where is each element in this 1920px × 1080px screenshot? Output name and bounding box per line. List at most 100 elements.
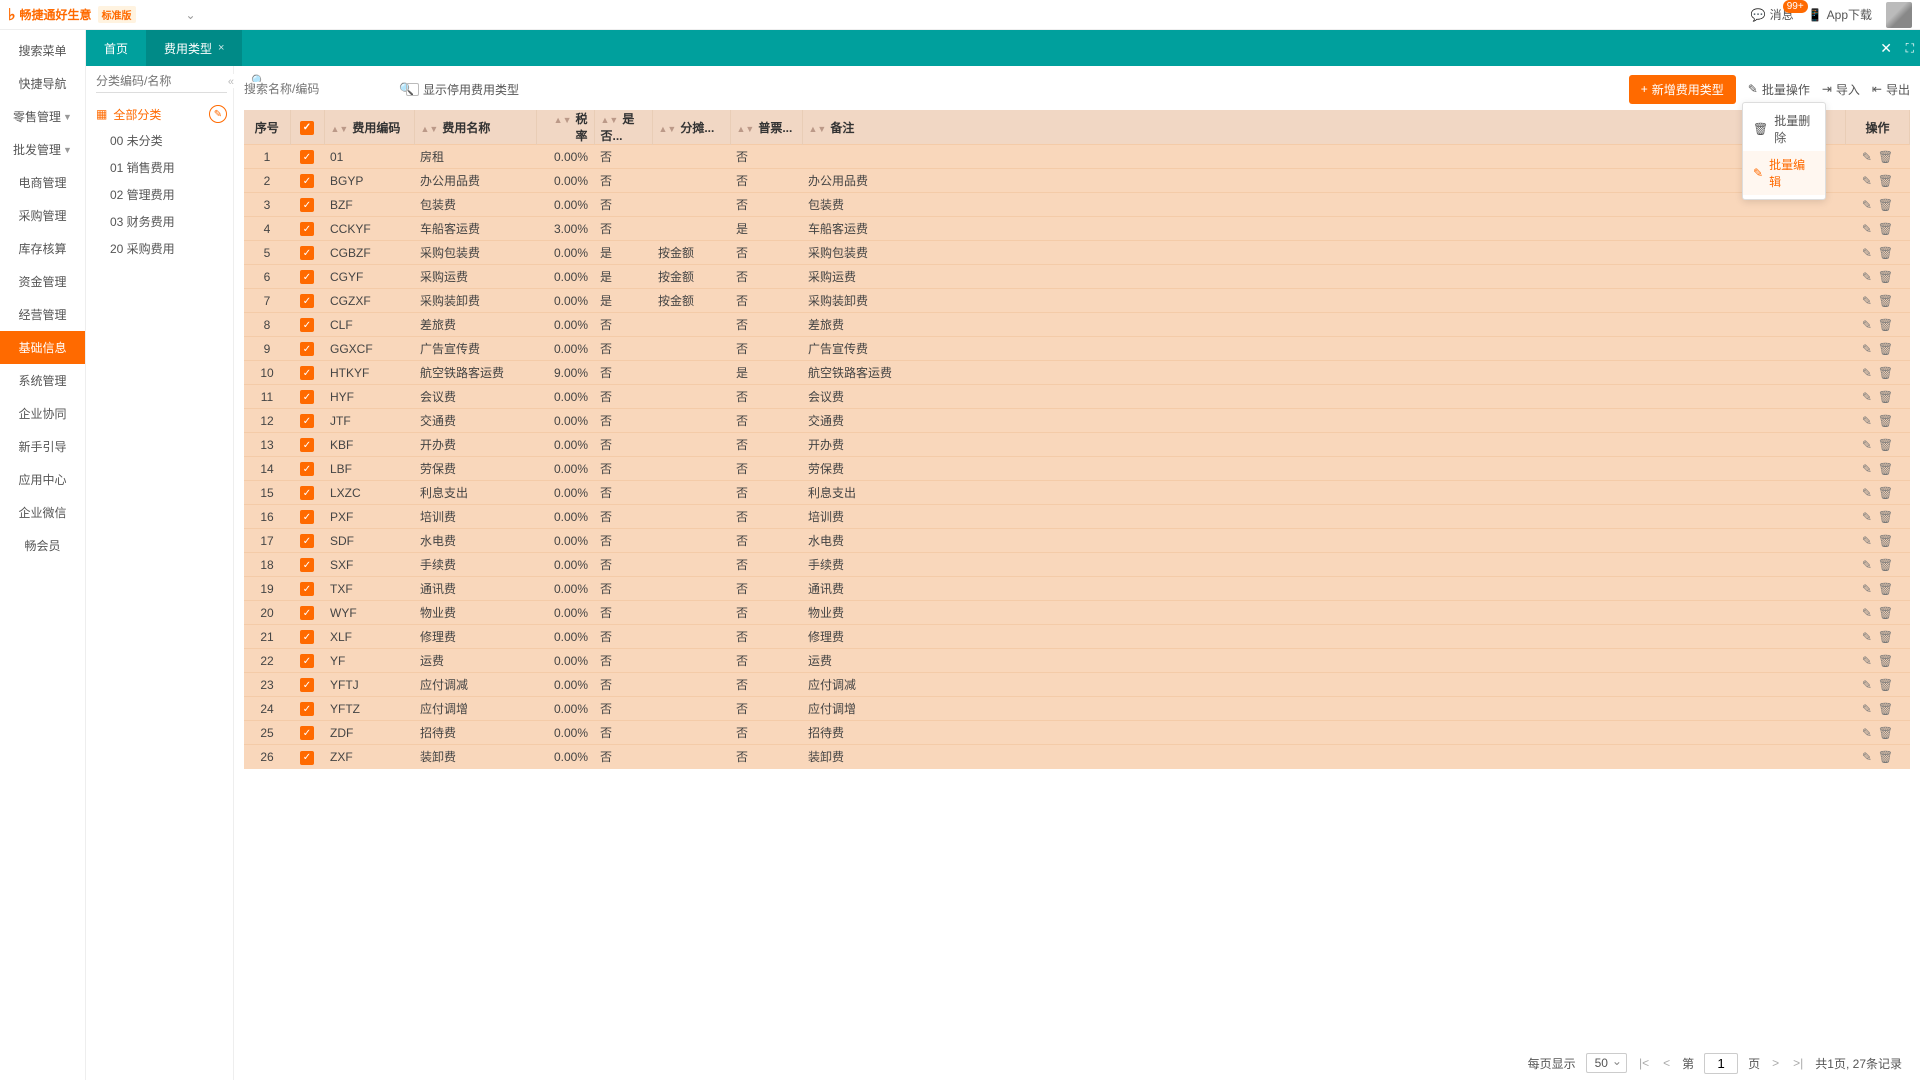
search-input[interactable] xyxy=(244,82,399,96)
fullscreen-icon[interactable]: ⛶ xyxy=(1906,41,1914,56)
col-pu[interactable]: ▲▼普票... xyxy=(730,110,802,145)
col-is[interactable]: ▲▼是否... xyxy=(594,110,652,145)
tree-item[interactable]: 02 管理费用 xyxy=(96,181,227,208)
cell-checkbox[interactable]: ✓ xyxy=(290,169,324,193)
col-note[interactable]: ▲▼备注 xyxy=(802,110,1846,145)
cell-checkbox[interactable]: ✓ xyxy=(290,385,324,409)
messages-button[interactable]: 💬 消息 99+ xyxy=(1751,6,1794,23)
delete-row-icon[interactable]: 🗑 xyxy=(1878,486,1893,500)
delete-row-icon[interactable]: 🗑 xyxy=(1878,750,1893,764)
cell-checkbox[interactable]: ✓ xyxy=(290,409,324,433)
col-code[interactable]: ▲▼费用编码 xyxy=(324,110,414,145)
tree-all-categories[interactable]: ▦ 全部分类 ✎ xyxy=(96,101,227,127)
delete-row-icon[interactable]: 🗑 xyxy=(1878,294,1893,308)
delete-row-icon[interactable]: 🗑 xyxy=(1878,438,1893,452)
edit-row-icon[interactable]: ✎ xyxy=(1862,366,1872,380)
avatar[interactable] xyxy=(1886,2,1912,28)
sidebar-item[interactable]: 搜索菜单 xyxy=(0,34,85,67)
export-button[interactable]: ⇤ 导出 xyxy=(1872,81,1910,98)
tree-item[interactable]: 03 财务费用 xyxy=(96,208,227,235)
sidebar-item[interactable]: 库存核算 xyxy=(0,232,85,265)
cell-checkbox[interactable]: ✓ xyxy=(290,577,324,601)
delete-row-icon[interactable]: 🗑 xyxy=(1878,414,1893,428)
batch-delete-item[interactable]: 🗑 批量删除 xyxy=(1743,107,1825,151)
edit-row-icon[interactable]: ✎ xyxy=(1862,702,1872,716)
first-page-button[interactable]: |< xyxy=(1637,1056,1651,1070)
cell-checkbox[interactable]: ✓ xyxy=(290,193,324,217)
delete-row-icon[interactable]: 🗑 xyxy=(1878,726,1893,740)
collapse-tree-icon[interactable]: « xyxy=(228,76,234,88)
delete-row-icon[interactable]: 🗑 xyxy=(1878,390,1893,404)
cell-checkbox[interactable]: ✓ xyxy=(290,625,324,649)
edit-row-icon[interactable]: ✎ xyxy=(1862,678,1872,692)
org-dropdown[interactable]: ⌄ xyxy=(136,6,196,24)
delete-row-icon[interactable]: 🗑 xyxy=(1878,630,1893,644)
sidebar-item[interactable]: 经营管理 xyxy=(0,298,85,331)
sidebar-item[interactable]: 企业微信 xyxy=(0,496,85,529)
edit-row-icon[interactable]: ✎ xyxy=(1862,318,1872,332)
sidebar-item[interactable]: 系统管理 xyxy=(0,364,85,397)
sidebar-item[interactable]: 应用中心 xyxy=(0,463,85,496)
sidebar-item[interactable]: 基础信息 xyxy=(0,331,85,364)
cell-checkbox[interactable]: ✓ xyxy=(290,529,324,553)
edit-row-icon[interactable]: ✎ xyxy=(1862,438,1872,452)
edit-row-icon[interactable]: ✎ xyxy=(1862,414,1872,428)
add-expense-type-button[interactable]: + 新增费用类型 xyxy=(1629,75,1736,104)
sidebar-item[interactable]: 零售管理▼ xyxy=(0,100,85,133)
edit-row-icon[interactable]: ✎ xyxy=(1862,150,1872,164)
delete-row-icon[interactable]: 🗑 xyxy=(1878,534,1893,548)
delete-row-icon[interactable]: 🗑 xyxy=(1878,558,1893,572)
tree-item[interactable]: 01 销售费用 xyxy=(96,154,227,181)
edit-row-icon[interactable]: ✎ xyxy=(1862,486,1872,500)
delete-row-icon[interactable]: 🗑 xyxy=(1878,702,1893,716)
cell-checkbox[interactable]: ✓ xyxy=(290,601,324,625)
edit-row-icon[interactable]: ✎ xyxy=(1862,342,1872,356)
edit-row-icon[interactable]: ✎ xyxy=(1862,606,1872,620)
delete-row-icon[interactable]: 🗑 xyxy=(1878,342,1893,356)
cell-checkbox[interactable]: ✓ xyxy=(290,217,324,241)
delete-row-icon[interactable]: 🗑 xyxy=(1878,366,1893,380)
edit-row-icon[interactable]: ✎ xyxy=(1862,462,1872,476)
page-size-select[interactable]: 50 xyxy=(1586,1053,1627,1073)
close-all-tabs-button[interactable]: ✕ xyxy=(1880,40,1892,57)
cell-checkbox[interactable]: ✓ xyxy=(290,649,324,673)
edit-row-icon[interactable]: ✎ xyxy=(1862,198,1872,212)
col-name[interactable]: ▲▼费用名称 xyxy=(414,110,536,145)
cell-checkbox[interactable]: ✓ xyxy=(290,721,324,745)
delete-row-icon[interactable]: 🗑 xyxy=(1878,462,1893,476)
edit-row-icon[interactable]: ✎ xyxy=(1862,750,1872,764)
cell-checkbox[interactable]: ✓ xyxy=(290,265,324,289)
delete-row-icon[interactable]: 🗑 xyxy=(1878,582,1893,596)
delete-row-icon[interactable]: 🗑 xyxy=(1878,606,1893,620)
delete-row-icon[interactable]: 🗑 xyxy=(1878,270,1893,284)
cell-checkbox[interactable]: ✓ xyxy=(290,289,324,313)
cell-checkbox[interactable]: ✓ xyxy=(290,361,324,385)
import-button[interactable]: ⇥ 导入 xyxy=(1822,81,1860,98)
edit-row-icon[interactable]: ✎ xyxy=(1862,654,1872,668)
cell-checkbox[interactable]: ✓ xyxy=(290,481,324,505)
cell-checkbox[interactable]: ✓ xyxy=(290,313,324,337)
sidebar-item[interactable]: 资金管理 xyxy=(0,265,85,298)
edit-row-icon[interactable]: ✎ xyxy=(1862,630,1872,644)
edit-row-icon[interactable]: ✎ xyxy=(1862,294,1872,308)
delete-row-icon[interactable]: 🗑 xyxy=(1878,222,1893,236)
cell-checkbox[interactable]: ✓ xyxy=(290,745,324,769)
edit-row-icon[interactable]: ✎ xyxy=(1862,222,1872,236)
delete-row-icon[interactable]: 🗑 xyxy=(1878,654,1893,668)
tab-expense-type[interactable]: 费用类型 × xyxy=(146,30,242,66)
delete-row-icon[interactable]: 🗑 xyxy=(1878,246,1893,260)
delete-row-icon[interactable]: 🗑 xyxy=(1878,510,1893,524)
sidebar-item[interactable]: 电商管理 xyxy=(0,166,85,199)
edit-row-icon[interactable]: ✎ xyxy=(1862,510,1872,524)
sidebar-item[interactable]: 采购管理 xyxy=(0,199,85,232)
col-rate[interactable]: ▲▼税率 xyxy=(536,110,594,145)
cell-checkbox[interactable]: ✓ xyxy=(290,145,324,169)
delete-row-icon[interactable]: 🗑 xyxy=(1878,318,1893,332)
prev-page-button[interactable]: < xyxy=(1661,1056,1672,1070)
cell-checkbox[interactable]: ✓ xyxy=(290,457,324,481)
sidebar-item[interactable]: 企业协同 xyxy=(0,397,85,430)
page-input[interactable] xyxy=(1704,1053,1738,1074)
tab-close-icon[interactable]: × xyxy=(218,42,224,54)
sidebar-item[interactable]: 畅会员 xyxy=(0,529,85,562)
edit-row-icon[interactable]: ✎ xyxy=(1862,174,1872,188)
